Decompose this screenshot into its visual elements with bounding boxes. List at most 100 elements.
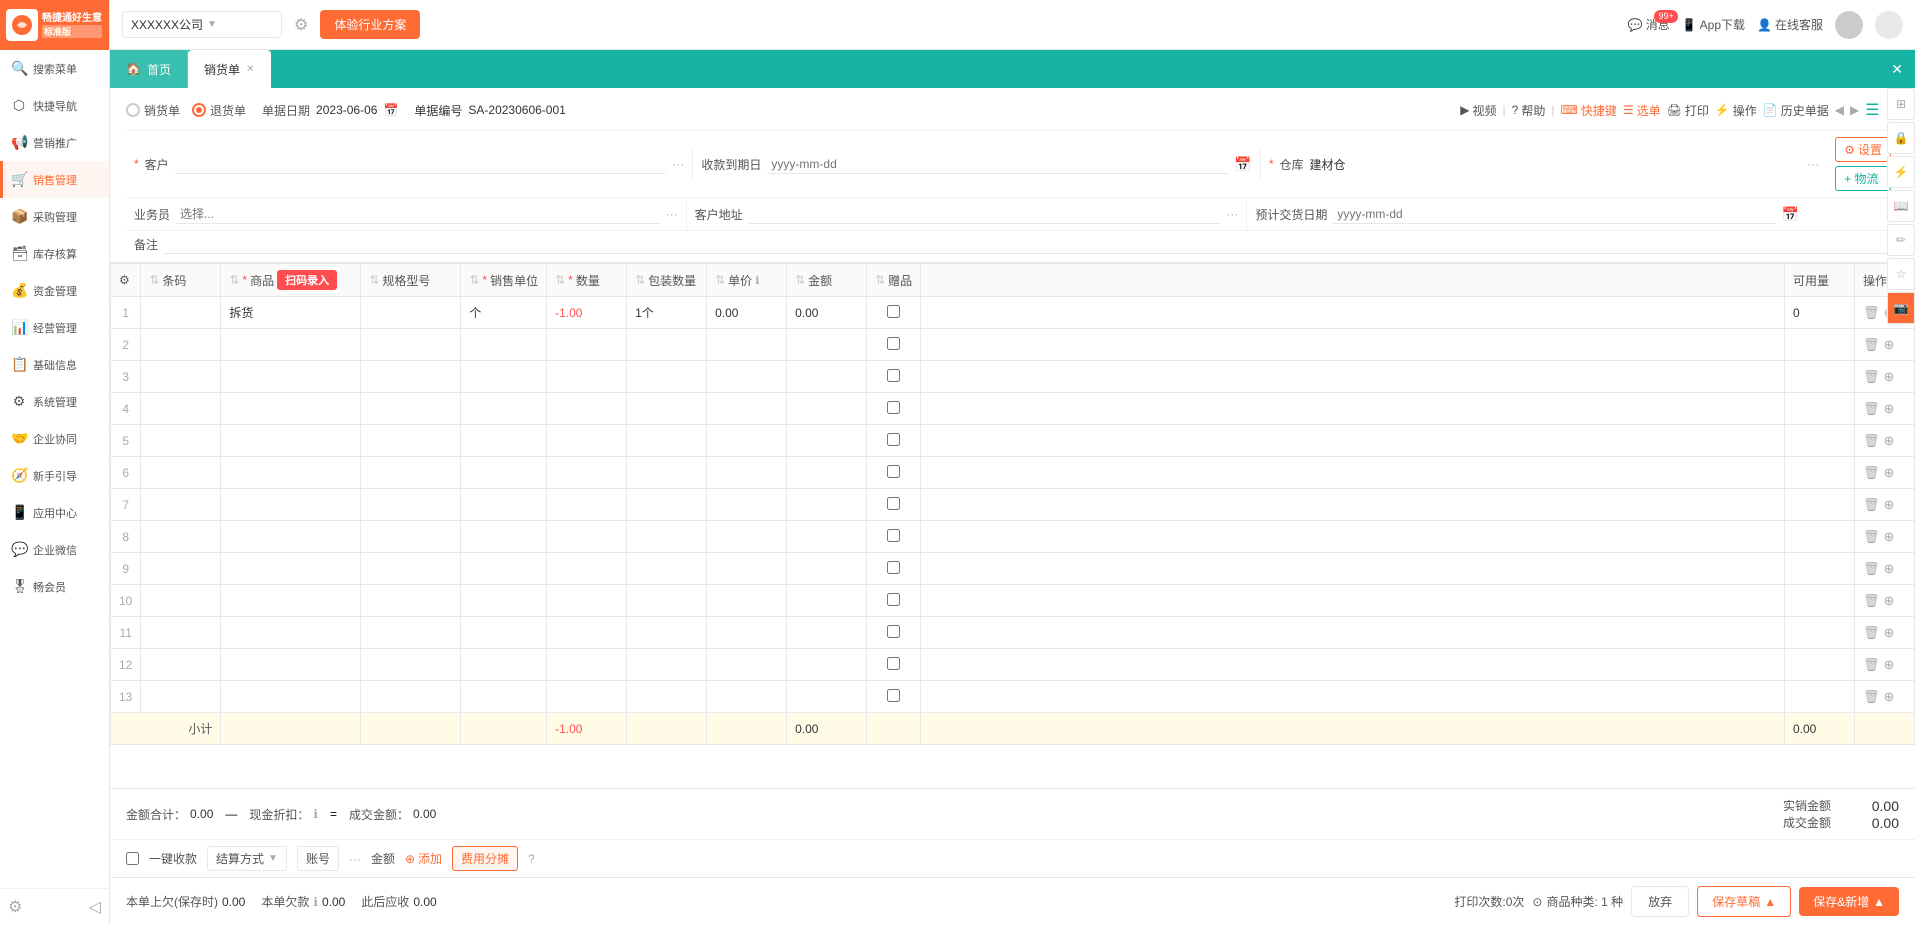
cell-pkgqty[interactable] xyxy=(627,361,707,393)
cell-product[interactable] xyxy=(221,329,361,361)
cell-product[interactable] xyxy=(221,393,361,425)
history-btn[interactable]: 📄 历史单据 xyxy=(1763,102,1829,119)
total-owe-info[interactable]: ℹ xyxy=(313,895,318,909)
cell-pkgqty[interactable] xyxy=(627,521,707,553)
delete-row-icon[interactable]: 🗑 xyxy=(1863,369,1880,385)
cell-amount[interactable]: 0.00 xyxy=(787,297,867,329)
cell-spec[interactable] xyxy=(361,393,461,425)
delete-row-icon[interactable]: 🗑 xyxy=(1863,465,1880,481)
cell-qty[interactable] xyxy=(547,425,627,457)
shortcut-btn[interactable]: ⌨ 快捷键 xyxy=(1560,102,1616,119)
cell-pkgqty[interactable] xyxy=(627,649,707,681)
tabbar-close-icon[interactable]: ✕ xyxy=(1891,61,1915,78)
cell-unit[interactable] xyxy=(461,585,547,617)
cell-product[interactable] xyxy=(221,649,361,681)
cell-barcode[interactable] xyxy=(141,361,221,393)
cell-gift[interactable] xyxy=(867,425,921,457)
message-btn[interactable]: 💬 消息 99+ xyxy=(1628,16,1670,33)
cell-pkgqty[interactable] xyxy=(627,393,707,425)
sidebar-item-finance[interactable]: 💰 资金管理 xyxy=(0,272,109,309)
cell-price[interactable] xyxy=(707,393,787,425)
cell-pkgqty[interactable] xyxy=(627,457,707,489)
cell-product[interactable] xyxy=(221,361,361,393)
cell-gift[interactable] xyxy=(867,585,921,617)
cell-pkgqty[interactable] xyxy=(627,489,707,521)
cell-amount[interactable] xyxy=(787,425,867,457)
float-btn-1[interactable]: ⊞ xyxy=(1887,88,1915,120)
cell-gift[interactable] xyxy=(867,617,921,649)
remarks-input[interactable] xyxy=(164,235,1891,254)
topbar-settings-icon[interactable]: ⚙ xyxy=(290,11,312,39)
cell-pkgqty[interactable] xyxy=(627,425,707,457)
cell-spec[interactable] xyxy=(361,425,461,457)
cell-price[interactable] xyxy=(707,457,787,489)
prev-order-icon[interactable]: ◀ xyxy=(1835,103,1844,117)
cell-unit[interactable] xyxy=(461,617,547,649)
cell-barcode[interactable] xyxy=(141,329,221,361)
copy-row-icon[interactable]: ⊕ xyxy=(1884,625,1895,641)
delete-row-icon[interactable]: 🗑 xyxy=(1863,401,1880,417)
cell-price[interactable] xyxy=(707,521,787,553)
cell-gift[interactable] xyxy=(867,649,921,681)
sidebar-collapse-icon[interactable]: ◁ xyxy=(89,897,101,917)
cell-qty[interactable] xyxy=(547,553,627,585)
gift-checkbox[interactable] xyxy=(887,529,900,542)
sidebar-item-system[interactable]: ⚙ 系统管理 xyxy=(0,383,109,420)
th-spec-sort-icon[interactable]: ⇅ xyxy=(369,273,379,287)
next-order-icon[interactable]: ▶ xyxy=(1850,103,1859,117)
float-btn-3[interactable]: ⚡ xyxy=(1887,156,1915,188)
cell-pkgqty[interactable] xyxy=(627,553,707,585)
list-view-icon[interactable]: ☰ xyxy=(1865,100,1879,120)
user-menu-btn[interactable] xyxy=(1875,11,1903,39)
cell-barcode[interactable] xyxy=(141,393,221,425)
cell-price[interactable] xyxy=(707,649,787,681)
copy-row-icon[interactable]: ⊕ xyxy=(1884,689,1895,705)
float-btn-7[interactable]: 📷 xyxy=(1887,292,1915,324)
sidebar-item-purchase[interactable]: 📦 采购管理 xyxy=(0,198,109,235)
delete-row-icon[interactable]: 🗑 xyxy=(1863,689,1880,705)
cell-spec[interactable] xyxy=(361,297,461,329)
cell-amount[interactable] xyxy=(787,489,867,521)
cell-barcode[interactable] xyxy=(141,585,221,617)
copy-row-icon[interactable]: ⊕ xyxy=(1884,433,1895,449)
copy-row-icon[interactable]: ⊕ xyxy=(1884,561,1895,577)
cell-unit[interactable] xyxy=(461,681,547,713)
cell-qty[interactable] xyxy=(547,681,627,713)
delete-row-icon[interactable]: 🗑 xyxy=(1863,561,1880,577)
cell-qty[interactable] xyxy=(547,457,627,489)
cell-qty[interactable] xyxy=(547,617,627,649)
fee-info-icon[interactable]: ? xyxy=(528,852,535,866)
delete-row-icon[interactable]: 🗑 xyxy=(1863,337,1880,353)
cell-spec[interactable] xyxy=(361,329,461,361)
cell-product[interactable] xyxy=(221,617,361,649)
sidebar-item-app[interactable]: 📱 应用中心 xyxy=(0,494,109,531)
copy-row-icon[interactable]: ⊕ xyxy=(1884,465,1895,481)
ellipsis-account-icon[interactable]: ··· xyxy=(349,852,361,866)
sidebar-item-wechat[interactable]: 💬 企业微信 xyxy=(0,531,109,568)
settlement-method-select[interactable]: 结算方式 ▼ xyxy=(207,846,287,871)
gift-checkbox[interactable] xyxy=(887,689,900,702)
gift-checkbox[interactable] xyxy=(887,561,900,574)
delete-row-icon[interactable]: 🗑 xyxy=(1863,593,1880,609)
delete-row-icon[interactable]: 🗑 xyxy=(1863,529,1880,545)
th-unit-sort-icon[interactable]: ⇅ xyxy=(469,273,479,287)
sidebar-item-manage[interactable]: 📊 经营管理 xyxy=(0,309,109,346)
cell-price[interactable]: 0.00 xyxy=(707,297,787,329)
sidebar-item-guide[interactable]: 🧭 新手引导 xyxy=(0,457,109,494)
app-download-btn[interactable]: 📱 App下载 xyxy=(1682,16,1745,33)
cell-qty[interactable]: -1.00 xyxy=(547,297,627,329)
radio-sales-order[interactable]: 销货单 xyxy=(126,102,180,119)
copy-row-icon[interactable]: ⊕ xyxy=(1884,497,1895,513)
cell-product[interactable] xyxy=(221,489,361,521)
delete-row-icon[interactable]: 🗑 xyxy=(1863,305,1880,321)
cell-unit[interactable] xyxy=(461,521,547,553)
float-btn-5[interactable]: ✏ xyxy=(1887,224,1915,256)
cell-amount[interactable] xyxy=(787,393,867,425)
save-draft-chevron-icon[interactable]: ▲ xyxy=(1764,895,1776,909)
cell-spec[interactable] xyxy=(361,361,461,393)
discard-button[interactable]: 放弃 xyxy=(1631,886,1689,917)
logistics-btn[interactable]: + 物流 xyxy=(1835,166,1891,191)
expected-date-input[interactable] xyxy=(1333,205,1775,224)
customer-addr-input[interactable] xyxy=(749,205,1221,224)
cell-unit[interactable] xyxy=(461,649,547,681)
